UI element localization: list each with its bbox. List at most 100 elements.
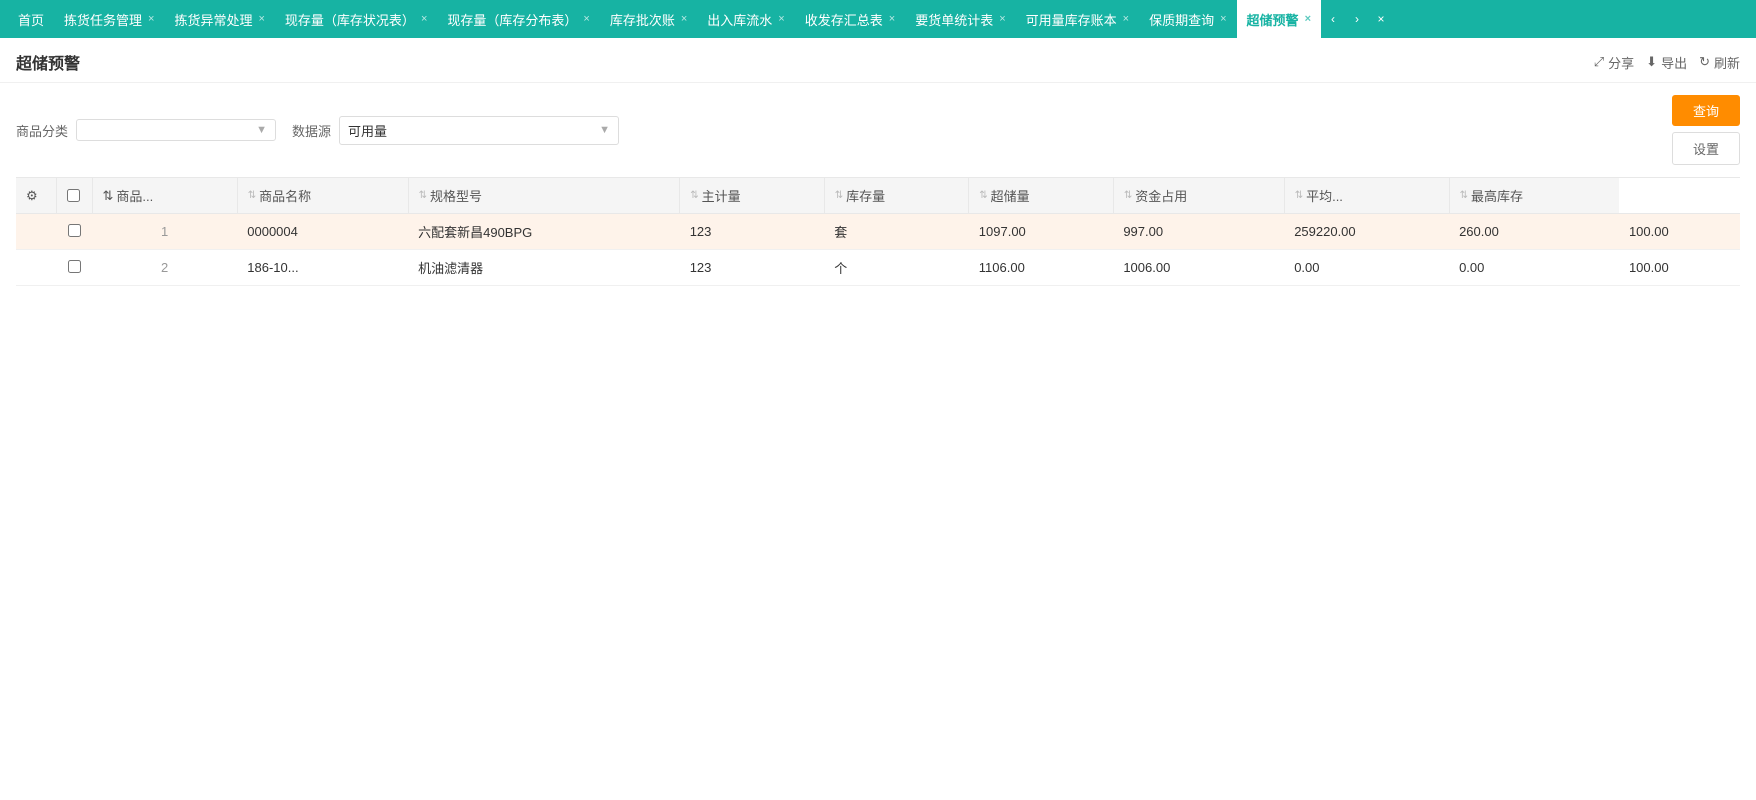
page-title: 超储预警 <box>16 50 80 74</box>
sort-icon-capital: ⇅ <box>1124 190 1132 201</box>
nav-stock-status[interactable]: 现存量（库存状况表） × <box>275 0 437 38</box>
refresh-icon: ↻ <box>1699 54 1710 70</box>
col-overstock[interactable]: ⇅ 超储量 <box>969 178 1114 214</box>
datasource-filter: 数据源 可用量 ▼ <box>292 116 619 145</box>
row-num-1 <box>56 250 92 286</box>
select-all-checkbox[interactable] <box>67 189 80 202</box>
category-select[interactable]: ▼ <box>76 119 276 141</box>
row-max-stock-1: 100.00 <box>1619 250 1740 286</box>
row-stock-1: 1106.00 <box>969 250 1114 286</box>
datasource-select-arrow: ▼ <box>599 124 610 136</box>
row-checkbox-0[interactable] <box>68 224 81 237</box>
query-button[interactable]: 查询 <box>1672 95 1740 126</box>
nav-stock-status-close[interactable]: × <box>421 13 427 25</box>
nav-task[interactable]: 拣货任务管理 × <box>54 0 164 38</box>
nav-abnormal[interactable]: 拣货异常处理 × <box>164 0 274 38</box>
col-product-name[interactable]: ⇅ 商品名称 <box>237 178 408 214</box>
row-capital-0: 259220.00 <box>1284 214 1449 250</box>
nav-quality[interactable]: 保质期查询 × <box>1139 0 1236 38</box>
sort-icon-stock: ⇅ <box>835 190 843 201</box>
filter-area: 商品分类 ▼ 数据源 可用量 ▼ 查询 设置 <box>0 83 1756 177</box>
settings-button[interactable]: 设置 <box>1672 132 1740 165</box>
overstock-table: ⚙ ⇅ 商品... ⇅ 商品名称 <box>16 177 1740 286</box>
export-icon: ⬇ <box>1646 54 1657 70</box>
row-product-code-1: 186-10... <box>237 250 408 286</box>
refresh-button[interactable]: ↻ 刷新 <box>1699 53 1740 72</box>
nav-stock-dist[interactable]: 现存量（库存分布表） × <box>437 0 599 38</box>
nav-inout-close[interactable]: × <box>778 13 784 25</box>
col-unit[interactable]: ⇅ 主计量 <box>680 178 825 214</box>
col-spec[interactable]: ⇅ 规格型号 <box>408 178 680 214</box>
datasource-select-value: 可用量 <box>348 121 387 140</box>
row-unit-0: 套 <box>824 214 969 250</box>
nav-order-stat-close[interactable]: × <box>999 13 1005 25</box>
row-overstock-1: 1006.00 <box>1113 250 1284 286</box>
nav-abnormal-close[interactable]: × <box>258 13 264 25</box>
row-capital-1: 0.00 <box>1284 250 1449 286</box>
nav-arrow-right[interactable]: › <box>1345 0 1369 38</box>
nav-overstock-close[interactable]: × <box>1305 13 1311 25</box>
datasource-label: 数据源 <box>292 121 331 140</box>
row-num-cell-0: 1 <box>92 214 237 250</box>
col-stock[interactable]: ⇅ 库存量 <box>824 178 969 214</box>
row-spec-0: 123 <box>680 214 825 250</box>
sort-icon-spec: ⇅ <box>419 190 427 201</box>
row-stock-0: 1097.00 <box>969 214 1114 250</box>
col-product-code-label: ⇅ <box>103 188 114 204</box>
nav-arrow-left[interactable]: ‹ <box>1321 0 1345 38</box>
row-avg-1: 0.00 <box>1449 250 1619 286</box>
sort-icon-overstock: ⇅ <box>979 190 987 201</box>
header-actions: ⤢ 分享 ⬇ 导出 ↻ 刷新 <box>1594 53 1740 72</box>
nav-task-close[interactable]: × <box>148 13 154 25</box>
row-gear-0 <box>16 214 56 250</box>
sort-icon-unit: ⇅ <box>690 190 698 201</box>
nav-batch[interactable]: 库存批次账 × <box>600 0 697 38</box>
table-row: 1 0000004 六配套新昌490BPG 123 套 1097.00 997.… <box>16 214 1740 250</box>
top-navigation: 首页 拣货任务管理 × 拣货异常处理 × 现存量（库存状况表） × 现存量（库存… <box>0 0 1756 38</box>
col-product-code[interactable]: ⇅ 商品... <box>92 178 237 214</box>
row-spec-1: 123 <box>680 250 825 286</box>
nav-collect-close[interactable]: × <box>889 13 895 25</box>
share-icon: ⤢ <box>1594 54 1604 70</box>
export-button[interactable]: ⬇ 导出 <box>1646 53 1687 72</box>
category-label: 商品分类 <box>16 121 68 140</box>
nav-collect[interactable]: 收发存汇总表 × <box>795 0 905 38</box>
row-overstock-0: 997.00 <box>1113 214 1284 250</box>
nav-inout[interactable]: 出入库流水 × <box>697 0 794 38</box>
nav-stock-dist-close[interactable]: × <box>583 13 589 25</box>
nav-quality-close[interactable]: × <box>1220 13 1226 25</box>
nav-arrow-more[interactable]: × <box>1369 0 1393 38</box>
col-checkbox <box>56 178 92 214</box>
col-gear: ⚙ <box>16 178 56 214</box>
row-num-cell-1: 2 <box>92 250 237 286</box>
nav-available-close[interactable]: × <box>1123 13 1129 25</box>
col-max-stock[interactable]: ⇅ 最高库存 <box>1449 178 1619 214</box>
row-max-stock-0: 100.00 <box>1619 214 1740 250</box>
datasource-select[interactable]: 可用量 ▼ <box>339 116 619 145</box>
row-product-name-1: 机油滤清器 <box>408 250 680 286</box>
row-unit-1: 个 <box>824 250 969 286</box>
row-avg-0: 260.00 <box>1449 214 1619 250</box>
col-avg[interactable]: ⇅ 平均... <box>1284 178 1449 214</box>
filter-action-buttons: 查询 设置 <box>1672 95 1740 165</box>
row-gear-1 <box>16 250 56 286</box>
row-checkbox-1[interactable] <box>68 260 81 273</box>
category-filter: 商品分类 ▼ <box>16 119 276 141</box>
gear-icon[interactable]: ⚙ <box>26 188 38 204</box>
nav-available[interactable]: 可用量库存账本 × <box>1016 0 1139 38</box>
table-container: ⚙ ⇅ 商品... ⇅ 商品名称 <box>0 177 1756 286</box>
sort-icon-name: ⇅ <box>248 190 256 201</box>
nav-batch-close[interactable]: × <box>681 13 687 25</box>
row-num-0 <box>56 214 92 250</box>
row-product-name-0: 六配套新昌490BPG <box>408 214 680 250</box>
sort-icon-avg: ⇅ <box>1295 190 1303 201</box>
col-capital[interactable]: ⇅ 资金占用 <box>1113 178 1284 214</box>
page-header: 超储预警 ⤢ 分享 ⬇ 导出 ↻ 刷新 <box>0 38 1756 83</box>
nav-home[interactable]: 首页 <box>8 0 54 38</box>
share-button[interactable]: ⤢ 分享 <box>1594 53 1634 72</box>
table-header-row: ⚙ ⇅ 商品... ⇅ 商品名称 <box>16 178 1740 214</box>
nav-order-stat[interactable]: 要货单统计表 × <box>905 0 1015 38</box>
table-row: 2 186-10... 机油滤清器 123 个 1106.00 1006.00 … <box>16 250 1740 286</box>
sort-icon-max-stock: ⇅ <box>1460 190 1468 201</box>
nav-overstock[interactable]: 超储预警 × <box>1237 0 1321 38</box>
